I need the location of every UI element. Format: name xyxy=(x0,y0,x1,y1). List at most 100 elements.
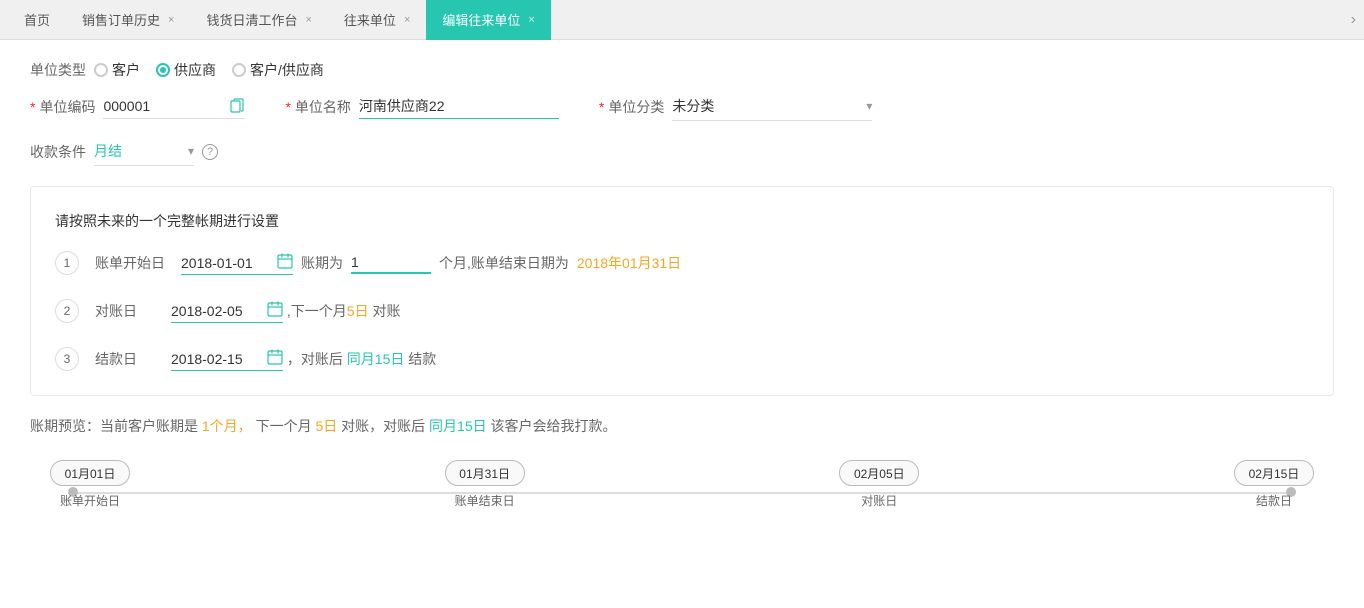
unit-name-star: * xyxy=(285,99,290,115)
timeline-node-1: 01月31日 xyxy=(445,460,525,486)
radio-customer-circle xyxy=(94,63,108,77)
tab-cash-work[interactable]: 钱货日清工作台 × xyxy=(190,0,327,40)
radio-customer[interactable]: 客户 xyxy=(94,60,140,80)
tab-cash-work-label: 钱货日清工作台 xyxy=(206,10,297,29)
tab-edit-partner-close[interactable]: × xyxy=(528,14,534,26)
tab-home-label: 首页 xyxy=(24,10,50,29)
payment-term-dropdown-icon: ▾ xyxy=(188,144,194,158)
timeline-item-0: 01月01日 账单开始日 xyxy=(50,460,130,509)
row2-prefix: ,下一个月 xyxy=(283,301,347,321)
unit-classify-select[interactable]: 未分类 ▾ xyxy=(672,92,872,121)
tab-sales-history[interactable]: 销售订单历史 × xyxy=(66,0,190,40)
row-num-1: 1 xyxy=(55,251,79,275)
date-input-3 xyxy=(171,347,283,371)
tab-cash-work-close[interactable]: × xyxy=(305,14,311,26)
preview-suffix: 该客户会给我打款。 xyxy=(491,418,617,434)
settings-box: 请按照未来的一个完整帐期进行设置 1 账单开始日 账期为 个月,账单结束日期为 … xyxy=(30,186,1334,396)
unit-type-label: 单位类型 xyxy=(30,60,86,80)
row-label-2: 对账日 xyxy=(95,301,155,321)
calendar-icon-3[interactable] xyxy=(267,349,283,368)
unit-code-star: * xyxy=(30,99,35,115)
settings-title: 请按照未来的一个完整帐期进行设置 xyxy=(55,211,1309,231)
row-num-2: 2 xyxy=(55,299,79,323)
preview-em3: 同月15日 xyxy=(429,418,487,434)
unit-code-copy-icon[interactable] xyxy=(229,97,245,116)
timeline-date-3: 02月15日 xyxy=(1249,465,1300,482)
help-icon[interactable]: ? xyxy=(202,144,218,160)
timeline-date-2: 02月05日 xyxy=(854,465,905,482)
timeline-item-3: 02月15日 结款日 xyxy=(1234,460,1314,509)
unit-classify-star: * xyxy=(599,99,604,115)
timeline-node-2: 02月05日 xyxy=(839,460,919,486)
timeline-item-2: 02月05日 对账日 xyxy=(839,460,919,509)
row2-suffix: 对账 xyxy=(369,301,401,321)
unit-name-input[interactable] xyxy=(359,94,559,119)
timeline-date-0: 01月01日 xyxy=(65,465,116,482)
tab-sales-history-label: 销售订单历史 xyxy=(82,10,160,29)
unit-code-field: * 单位编码 xyxy=(30,94,245,119)
radio-both-circle xyxy=(232,63,246,77)
radio-both-label: 客户/供应商 xyxy=(250,60,324,80)
timeline-item-1: 01月31日 账单结束日 xyxy=(445,460,525,509)
tab-edit-partner[interactable]: 编辑往来单位 × xyxy=(426,0,550,40)
preview-prefix: 账期预览：当前客户账期是 xyxy=(30,418,198,434)
timeline-label-0: 账单开始日 xyxy=(60,492,120,509)
unit-name-field: * 单位名称 xyxy=(285,94,558,119)
radio-supplier[interactable]: 供应商 xyxy=(156,60,216,80)
timeline-date-1: 01月31日 xyxy=(459,465,510,482)
radio-supplier-circle xyxy=(156,63,170,77)
end-date-highlight: 2018年01月31日 xyxy=(577,253,681,273)
radio-customer-label: 客户 xyxy=(112,60,140,80)
radio-group-unit-type: 客户 供应商 客户/供应商 xyxy=(94,60,324,80)
tab-partner[interactable]: 往来单位 × xyxy=(328,0,426,40)
date-input-1 xyxy=(181,251,293,275)
unit-code-label: 单位编码 xyxy=(39,97,95,117)
unit-name-label: 单位名称 xyxy=(295,97,351,117)
tab-sales-history-close[interactable]: × xyxy=(168,14,174,26)
timeline-label-1: 账单结束日 xyxy=(455,492,515,509)
setting-row-1: 1 账单开始日 账期为 个月,账单结束日期为 2018年01月31日 xyxy=(55,251,1309,275)
timeline-node-3: 02月15日 xyxy=(1234,460,1314,486)
payment-term-select[interactable]: 月结 ▾ xyxy=(94,137,194,166)
tab-expand-button[interactable]: › xyxy=(1351,11,1356,29)
tab-home[interactable]: 首页 xyxy=(8,0,66,40)
radio-supplier-label: 供应商 xyxy=(174,60,216,80)
date-field-3[interactable] xyxy=(171,351,261,367)
row3-suffix: 结款 xyxy=(404,349,436,369)
timeline-items: 01月01日 账单开始日 01月31日 账单结束日 02月05日 对账日 02月… xyxy=(50,460,1314,509)
main-content: 单位类型 客户 供应商 客户/供应商 * 单位编码 xyxy=(0,40,1364,608)
calendar-icon-1[interactable] xyxy=(277,253,293,272)
preview-text: 账期预览：当前客户账期是 1个月， 下一个月 5日 对账，对账后 同月15日 该… xyxy=(30,416,1334,436)
preview-em2: 5日 xyxy=(315,418,337,434)
radio-both[interactable]: 客户/供应商 xyxy=(232,60,324,80)
tab-partner-label: 往来单位 xyxy=(344,10,396,29)
timeline-node-0: 01月01日 xyxy=(50,460,130,486)
unit-classify-value: 未分类 xyxy=(672,96,862,116)
period-prefix-label: 账期为 xyxy=(301,253,343,273)
row-label-3: 结款日 xyxy=(95,349,155,369)
setting-row-2: 2 对账日 ,下一个月 5日 对账 xyxy=(55,299,1309,323)
date-input-2 xyxy=(171,299,283,323)
row2-highlight: 5日 xyxy=(347,301,369,321)
period-suffix-label: 个月,账单结束日期为 xyxy=(439,253,569,273)
unit-code-input[interactable] xyxy=(103,94,223,118)
unit-classify-field: * 单位分类 未分类 ▾ xyxy=(599,92,872,121)
payment-term-value: 月结 xyxy=(94,141,184,161)
row-num-3: 3 xyxy=(55,347,79,371)
classify-dropdown-icon: ▾ xyxy=(866,99,872,113)
timeline-label-3: 结款日 xyxy=(1256,492,1292,509)
timeline-container: 01月01日 账单开始日 01月31日 账单结束日 02月05日 对账日 02月… xyxy=(30,460,1334,509)
tab-edit-partner-label: 编辑往来单位 xyxy=(442,10,520,29)
calendar-icon-2[interactable] xyxy=(267,301,283,320)
tab-partner-close[interactable]: × xyxy=(404,14,410,26)
date-field-2[interactable] xyxy=(171,303,261,319)
date-field-1[interactable] xyxy=(181,255,271,271)
preview-mid2: 对账，对账后 xyxy=(341,418,425,434)
row3-highlight: 同月15日 xyxy=(347,349,405,369)
preview-mid1: 下一个月 xyxy=(256,418,312,434)
payment-term-label: 收款条件 xyxy=(30,142,86,162)
preview-em1: 1个月， xyxy=(202,418,252,434)
payment-term-row: 收款条件 月结 ▾ ? xyxy=(30,137,1334,166)
period-input[interactable] xyxy=(351,252,431,274)
tab-bar: 首页 销售订单历史 × 钱货日清工作台 × 往来单位 × 编辑往来单位 × › xyxy=(0,0,1364,40)
